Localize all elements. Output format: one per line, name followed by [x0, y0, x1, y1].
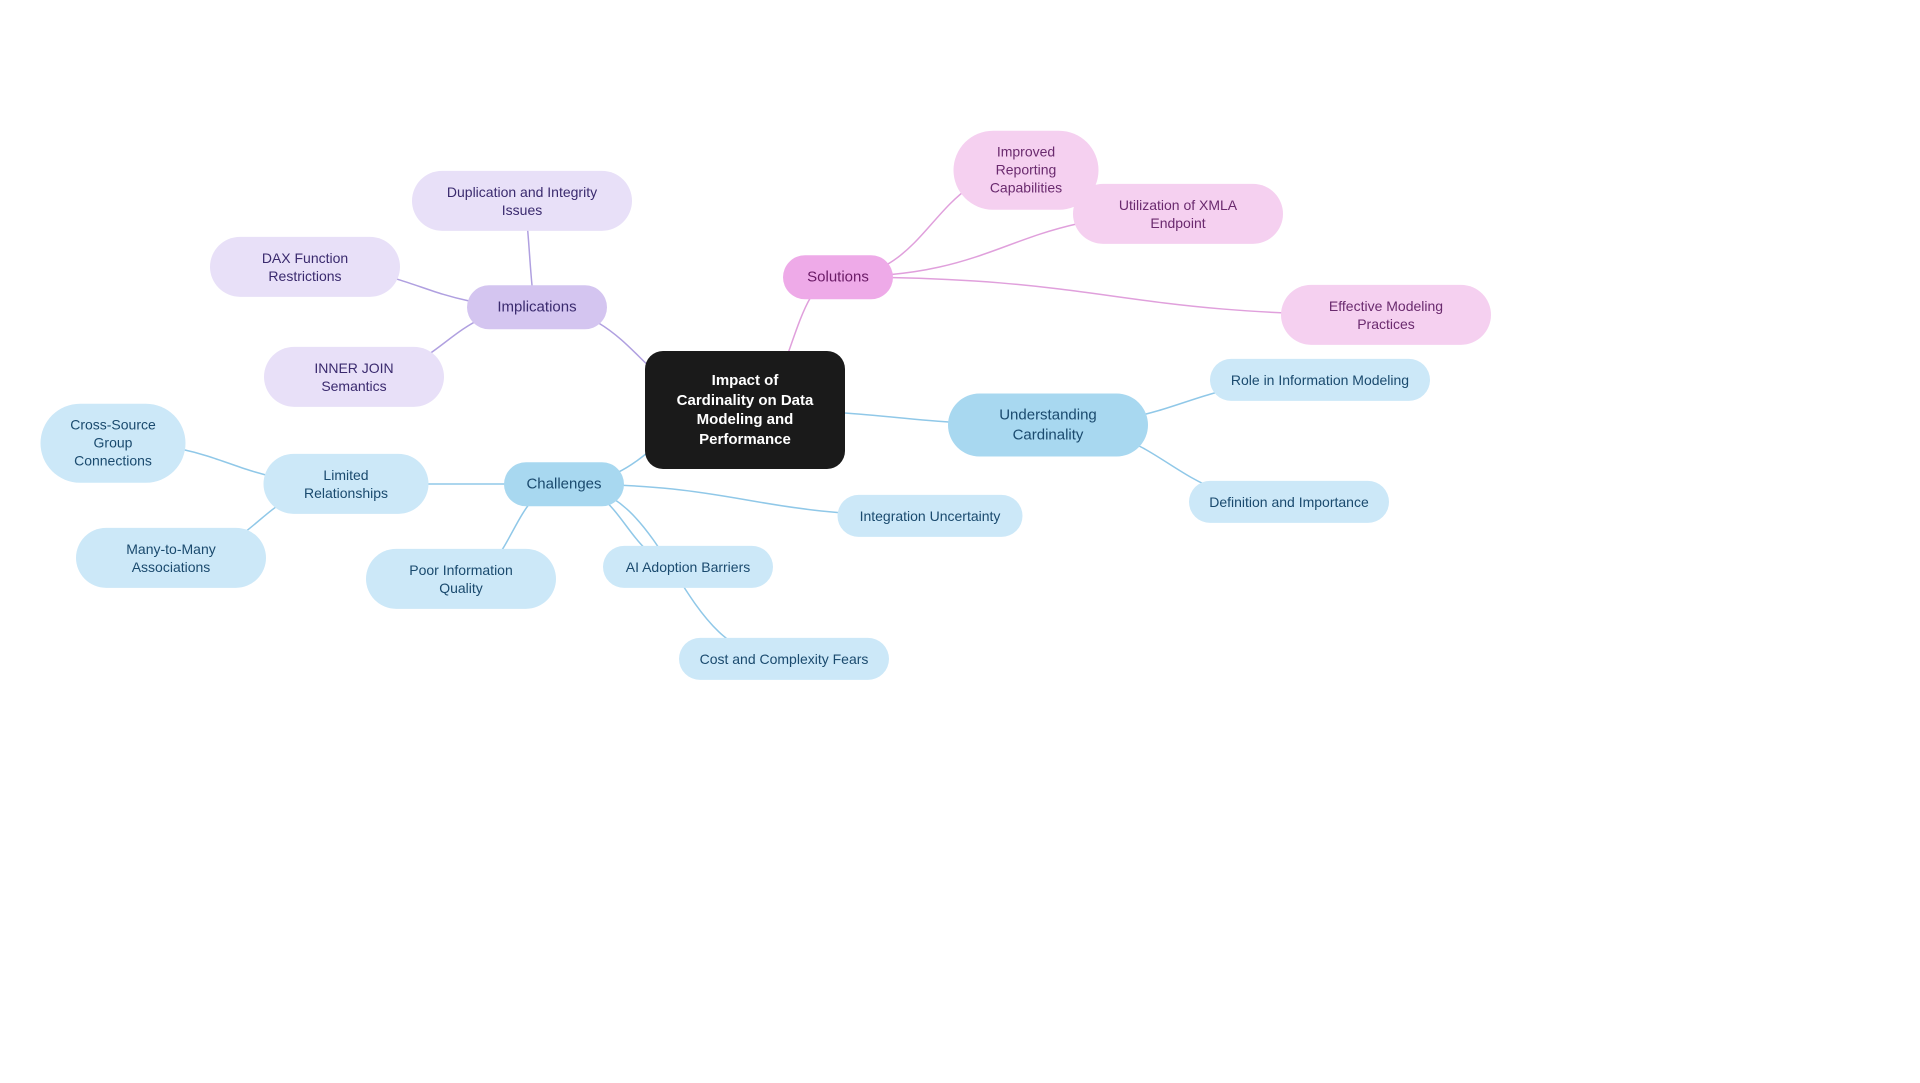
node-xmla[interactable]: Utilization of XMLA Endpoint [1073, 184, 1283, 244]
node-many-to-many[interactable]: Many-to-Many Associations [76, 528, 266, 588]
node-ai-adoption[interactable]: AI Adoption Barriers [603, 546, 773, 588]
node-challenges[interactable]: Challenges [504, 462, 624, 506]
node-inner-join[interactable]: INNER JOIN Semantics [264, 347, 444, 407]
node-cross-source[interactable]: Cross-Source Group Connections [41, 404, 186, 483]
node-limited-rel[interactable]: Limited Relationships [264, 454, 429, 514]
node-poor-quality[interactable]: Poor Information Quality [366, 549, 556, 609]
node-integration[interactable]: Integration Uncertainty [838, 495, 1023, 537]
node-definition[interactable]: Definition and Importance [1189, 481, 1389, 523]
node-effective-modeling[interactable]: Effective Modeling Practices [1281, 285, 1491, 345]
node-dax[interactable]: DAX Function Restrictions [210, 237, 400, 297]
mindmap-canvas: Impact of Cardinality on Data Modeling a… [0, 0, 1920, 1083]
node-understanding[interactable]: Understanding Cardinality [948, 394, 1148, 457]
node-duplication[interactable]: Duplication and Integrity Issues [412, 171, 632, 231]
node-solutions[interactable]: Solutions [783, 255, 893, 299]
node-implications[interactable]: Implications [467, 285, 607, 329]
center-node[interactable]: Impact of Cardinality on Data Modeling a… [645, 351, 845, 469]
node-cost-complexity[interactable]: Cost and Complexity Fears [679, 638, 889, 680]
node-role-info[interactable]: Role in Information Modeling [1210, 359, 1430, 401]
